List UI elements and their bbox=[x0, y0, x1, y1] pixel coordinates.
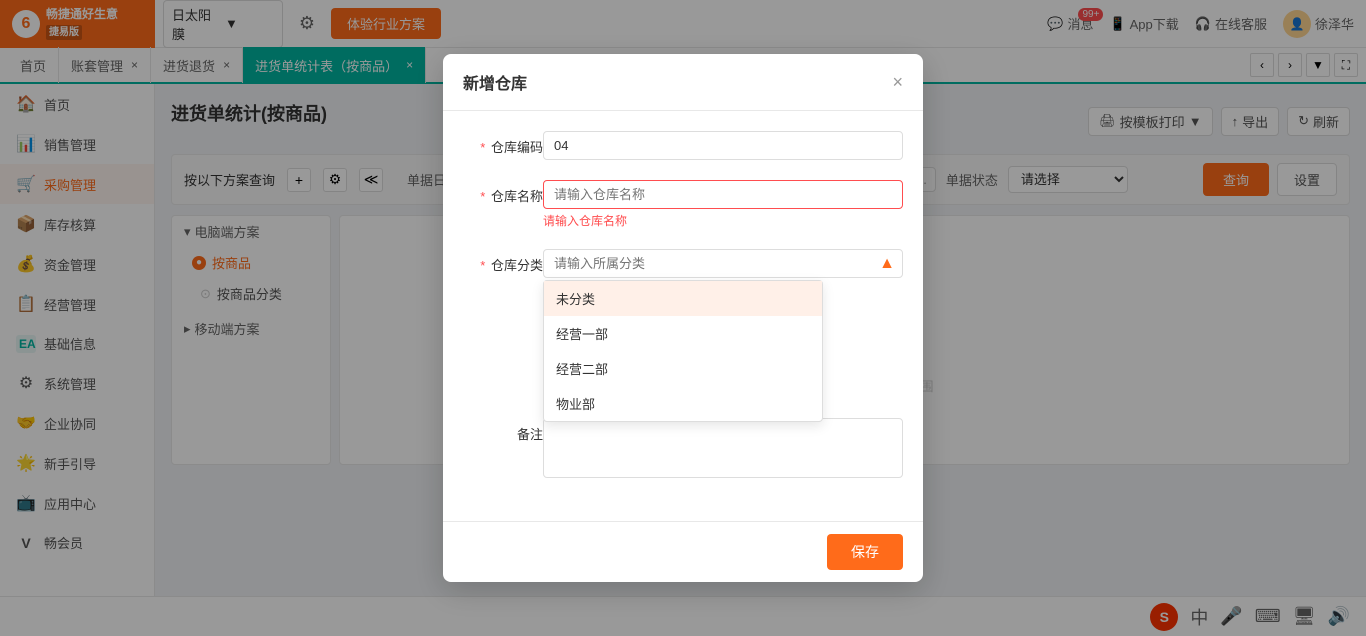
name-label: * 仓库名称 bbox=[463, 180, 543, 205]
modal-close-button[interactable]: × bbox=[892, 72, 903, 93]
remark-label: 备注 bbox=[463, 418, 543, 443]
modal-footer: 保存 bbox=[443, 521, 923, 582]
name-row: * 仓库名称 请输入仓库名称 bbox=[463, 180, 903, 229]
remark-textarea[interactable] bbox=[543, 418, 903, 478]
name-error-msg: 请输入仓库名称 bbox=[543, 212, 903, 229]
category-row: * 仓库分类 ▲ 未分类 经营一部 经营二部 物业部 bbox=[463, 249, 903, 278]
name-control: 请输入仓库名称 bbox=[543, 180, 903, 229]
modal-overlay: 新增仓库 × * 仓库编码 * 仓库名称 bbox=[0, 0, 1366, 636]
code-control bbox=[543, 131, 903, 160]
code-input[interactable] bbox=[543, 131, 903, 160]
modal-body: * 仓库编码 * 仓库名称 请输入仓库名称 bbox=[443, 111, 923, 521]
code-row: * 仓库编码 bbox=[463, 131, 903, 160]
save-button[interactable]: 保存 bbox=[827, 534, 903, 570]
name-input[interactable] bbox=[543, 180, 903, 209]
dropdown-item-unclassified[interactable]: 未分类 bbox=[544, 281, 822, 316]
dropdown-item-property[interactable]: 物业部 bbox=[544, 386, 822, 421]
dropdown-item-dept2[interactable]: 经营二部 bbox=[544, 351, 822, 386]
category-dropdown: 未分类 经营一部 经营二部 物业部 bbox=[543, 280, 823, 422]
modal-title: 新增仓库 bbox=[463, 70, 527, 94]
category-label: * 仓库分类 bbox=[463, 249, 543, 274]
add-warehouse-modal: 新增仓库 × * 仓库编码 * 仓库名称 bbox=[443, 54, 923, 582]
category-input[interactable] bbox=[543, 249, 903, 278]
code-label: * 仓库编码 bbox=[463, 131, 543, 156]
remark-row: 备注 bbox=[463, 418, 903, 481]
modal-header: 新增仓库 × bbox=[443, 54, 923, 111]
dropdown-item-dept1[interactable]: 经营一部 bbox=[544, 316, 822, 351]
remark-control bbox=[543, 418, 903, 481]
category-control: ▲ 未分类 经营一部 经营二部 物业部 bbox=[543, 249, 903, 278]
